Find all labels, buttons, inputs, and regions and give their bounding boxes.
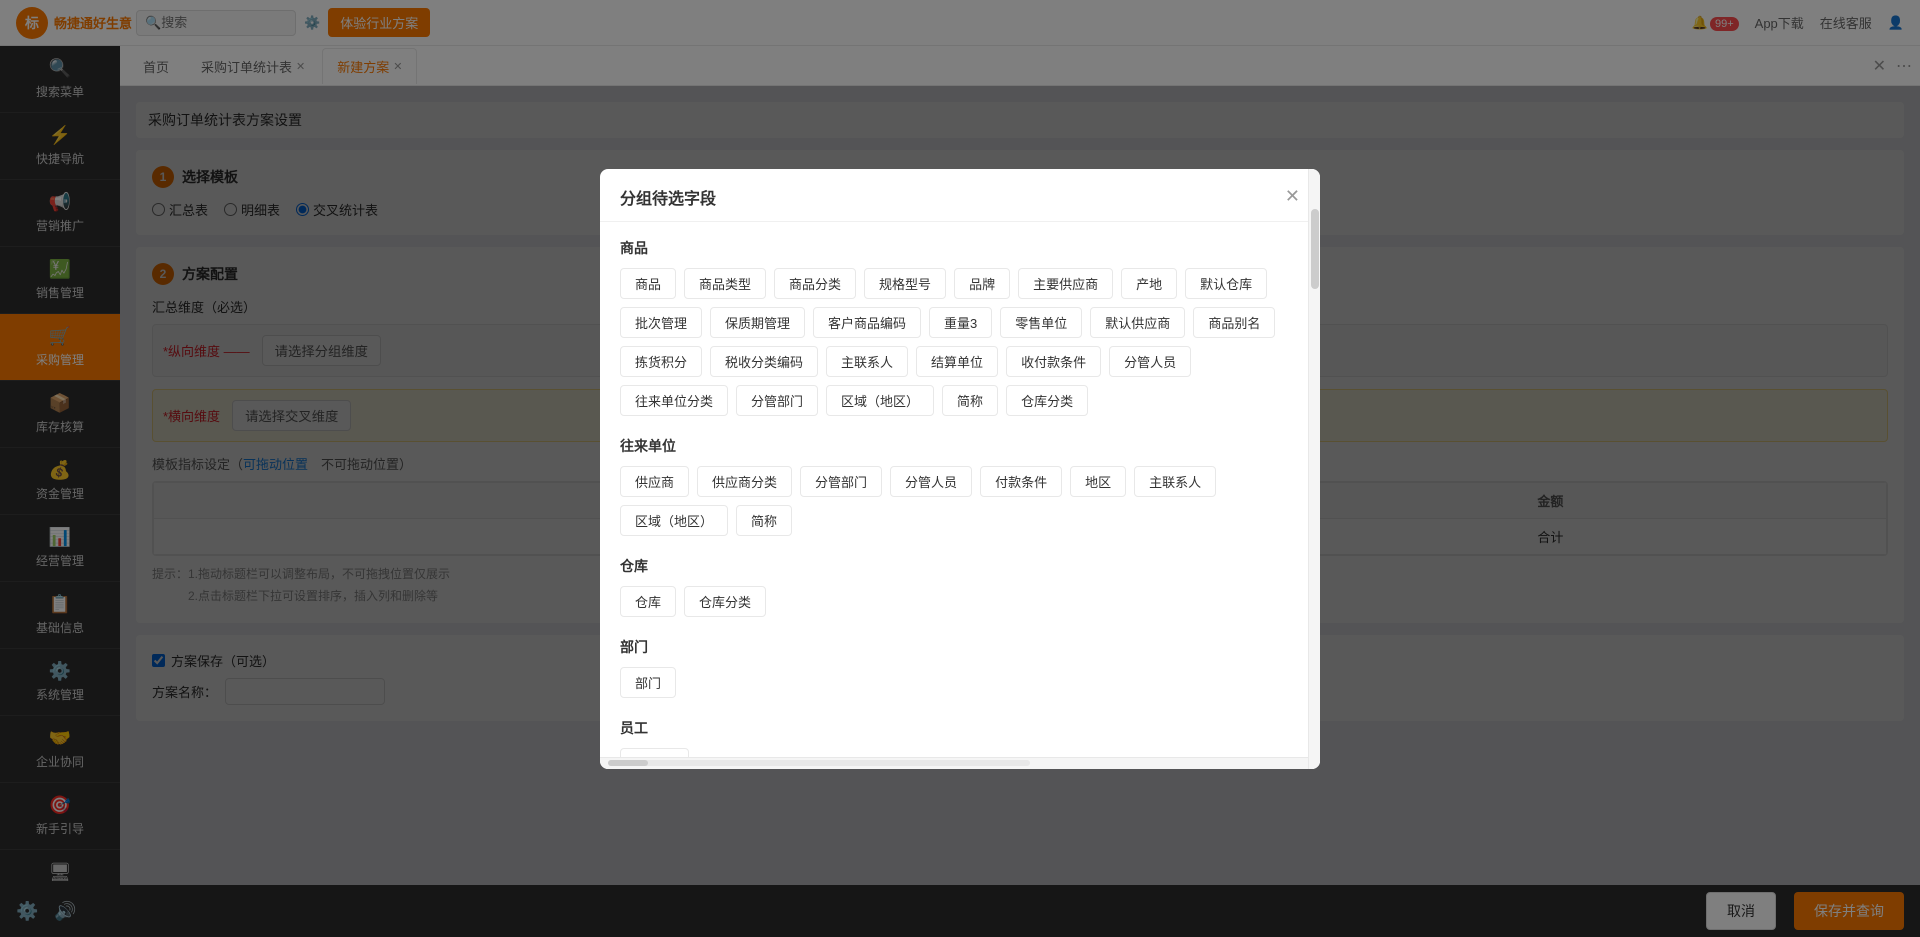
field-tags-员工: 业务员 — [620, 748, 1300, 758]
field-tag[interactable]: 主联系人 — [826, 346, 908, 377]
field-tag[interactable]: 分管部门 — [736, 385, 818, 416]
hscrollbar-thumb — [608, 760, 648, 766]
field-tag[interactable]: 简称 — [942, 385, 998, 416]
modal-title: 分组待选字段 — [620, 185, 716, 209]
field-tag[interactable]: 默认供应商 — [1090, 307, 1185, 338]
field-tag[interactable]: 商品 — [620, 268, 676, 299]
field-section-商品: 商品商品商品类型商品分类规格型号品牌主要供应商产地默认仓库批次管理保质期管理客户… — [620, 238, 1300, 416]
field-tag[interactable]: 商品类型 — [684, 268, 766, 299]
field-tag[interactable]: 规格型号 — [864, 268, 946, 299]
field-tag[interactable]: 零售单位 — [1000, 307, 1082, 338]
field-tag[interactable]: 税收分类编码 — [710, 346, 818, 377]
field-tag[interactable]: 付款条件 — [980, 466, 1062, 497]
section-title-员工: 员工 — [620, 718, 1300, 738]
modal-hscrollbar[interactable] — [600, 757, 1320, 768]
hscrollbar-track — [608, 760, 1030, 766]
field-tag[interactable]: 区域（地区） — [620, 505, 728, 536]
field-tag[interactable]: 仓库 — [620, 586, 676, 617]
field-tag[interactable]: 分管人员 — [890, 466, 972, 497]
field-tag[interactable]: 商品别名 — [1193, 307, 1275, 338]
field-tags-部门: 部门 — [620, 667, 1300, 698]
field-tag[interactable]: 客户商品编码 — [813, 307, 921, 338]
scrollbar-thumb — [1311, 209, 1319, 289]
section-title-商品: 商品 — [620, 238, 1300, 258]
field-tag[interactable]: 供应商 — [620, 466, 689, 497]
field-tag[interactable]: 收付款条件 — [1006, 346, 1101, 377]
modal-scrollbar[interactable] — [1308, 169, 1320, 769]
section-title-仓库: 仓库 — [620, 556, 1300, 576]
field-section-往来单位: 往来单位供应商供应商分类分管部门分管人员付款条件地区主联系人区域（地区） 简称 — [620, 436, 1300, 536]
field-tags-商品: 商品商品类型商品分类规格型号品牌主要供应商产地默认仓库批次管理保质期管理客户商品… — [620, 268, 1300, 416]
modal-close-button[interactable]: ✕ — [1285, 186, 1300, 207]
field-tag[interactable]: 保质期管理 — [710, 307, 805, 338]
section-title-部门: 部门 — [620, 637, 1300, 657]
field-tag[interactable]: 分管部门 — [800, 466, 882, 497]
field-tag[interactable]: 重量3 — [929, 307, 992, 338]
field-section-部门: 部门部门 — [620, 637, 1300, 698]
field-tag[interactable]: 结算单位 — [916, 346, 998, 377]
field-tag[interactable]: 业务员 — [620, 748, 689, 758]
field-tags-往来单位: 供应商供应商分类分管部门分管人员付款条件地区主联系人区域（地区） 简称 — [620, 466, 1300, 536]
field-tag[interactable]: 区域（地区） — [826, 385, 934, 416]
field-tag[interactable]: 拣货积分 — [620, 346, 702, 377]
field-tag[interactable]: 简称 — [736, 505, 792, 536]
field-tag[interactable]: 分管人员 — [1109, 346, 1191, 377]
field-tag[interactable]: 主要供应商 — [1018, 268, 1113, 299]
modal-overlay: 分组待选字段 ✕ 商品商品商品类型商品分类规格型号品牌主要供应商产地默认仓库批次… — [0, 0, 1920, 937]
field-tag[interactable]: 商品分类 — [774, 268, 856, 299]
modal-body: 商品商品商品类型商品分类规格型号品牌主要供应商产地默认仓库批次管理保质期管理客户… — [600, 222, 1320, 758]
field-tag[interactable]: 主联系人 — [1134, 466, 1216, 497]
modal-header: 分组待选字段 ✕ — [600, 169, 1320, 222]
field-tag[interactable]: 往来单位分类 — [620, 385, 728, 416]
field-select-modal: 分组待选字段 ✕ 商品商品商品类型商品分类规格型号品牌主要供应商产地默认仓库批次… — [600, 169, 1320, 769]
field-tag[interactable]: 仓库分类 — [684, 586, 766, 617]
field-tags-仓库: 仓库仓库分类 — [620, 586, 1300, 617]
field-tag[interactable]: 品牌 — [954, 268, 1010, 299]
field-tag[interactable]: 仓库分类 — [1006, 385, 1088, 416]
field-tag[interactable]: 供应商分类 — [697, 466, 792, 497]
field-tag[interactable]: 地区 — [1070, 466, 1126, 497]
field-tag[interactable]: 批次管理 — [620, 307, 702, 338]
field-tag[interactable]: 默认仓库 — [1185, 268, 1267, 299]
field-tag[interactable]: 产地 — [1121, 268, 1177, 299]
section-title-往来单位: 往来单位 — [620, 436, 1300, 456]
field-section-员工: 员工业务员 — [620, 718, 1300, 758]
field-section-仓库: 仓库仓库仓库分类 — [620, 556, 1300, 617]
field-tag[interactable]: 部门 — [620, 667, 676, 698]
